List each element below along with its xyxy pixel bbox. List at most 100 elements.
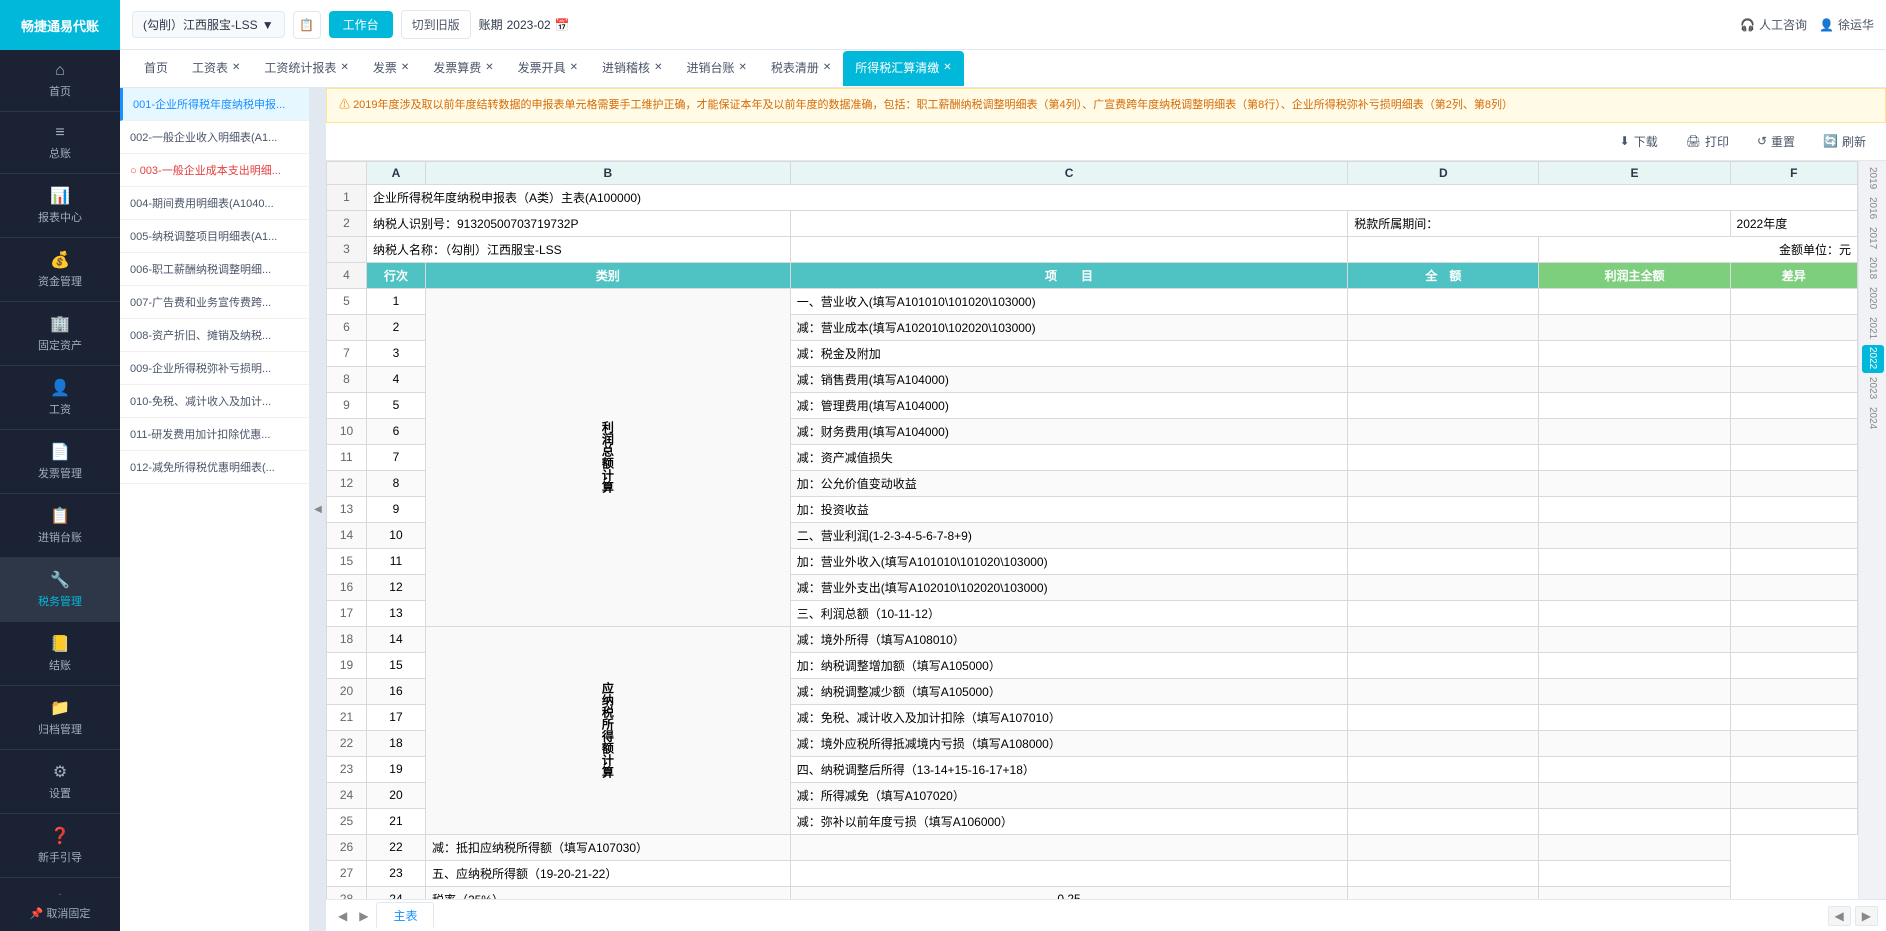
tab-发票[interactable]: 发票✕	[361, 51, 421, 86]
timeline-year-2019[interactable]: 2019	[1862, 165, 1884, 193]
period-selector[interactable]: 账期 2023-02 📅	[479, 16, 570, 33]
form-list-item-003[interactable]: ○ 003-一般企业成本支出明细...	[120, 154, 309, 187]
amount-cell[interactable]	[1348, 470, 1539, 496]
timeline-year-2018[interactable]: 2018	[1862, 255, 1884, 283]
sidebar-item-设置[interactable]: ⚙设置	[0, 750, 120, 814]
tab-进销稽核[interactable]: 进销稽核✕	[590, 51, 674, 86]
profit-cell[interactable]	[1539, 730, 1730, 756]
sidebar-item-工资[interactable]: 👤工资	[0, 366, 120, 430]
tab-工资统计报表[interactable]: 工资统计报表✕	[252, 51, 360, 86]
ai-consult-button[interactable]: 🎧 人工咨询	[1740, 16, 1807, 33]
form-list-item-008[interactable]: 008-资产折旧、摊销及纳税...	[120, 319, 309, 352]
sidebar-item-发票管理[interactable]: 📄发票管理	[0, 430, 120, 494]
profit-cell[interactable]	[1539, 314, 1730, 340]
profit-cell[interactable]	[1539, 626, 1730, 652]
amount-cell[interactable]	[1348, 444, 1539, 470]
form-list-item-006[interactable]: 006-职工薪酬纳税调整明细...	[120, 253, 309, 286]
refresh-button[interactable]: 🔄 刷新	[1815, 129, 1874, 154]
sidebar-item-归档管理[interactable]: 📁归档管理	[0, 686, 120, 750]
workbench-button[interactable]: 工作台	[329, 11, 393, 38]
amount-cell[interactable]	[1348, 574, 1539, 600]
tab-税表清册[interactable]: 税表清册✕	[759, 51, 843, 86]
amount-cell[interactable]	[1348, 626, 1539, 652]
profit-cell[interactable]	[1539, 756, 1730, 782]
tab-close-icon[interactable]: ✕	[738, 62, 746, 73]
timeline-year-2016[interactable]: 2016	[1862, 195, 1884, 223]
tab-close-icon[interactable]: ✕	[943, 62, 951, 73]
amount-cell[interactable]	[1348, 600, 1539, 626]
profit-cell[interactable]	[1539, 808, 1730, 834]
amount-cell[interactable]: 0.25	[790, 886, 1347, 899]
table-row[interactable]: 26 22 减：抵扣应纳税所得额（填写A107030）	[327, 834, 1858, 860]
form-list-item-009[interactable]: 009-企业所得税弥补亏损明...	[120, 352, 309, 385]
collapse-button[interactable]: ◀	[310, 88, 326, 931]
profit-cell[interactable]	[1348, 834, 1539, 860]
print-button[interactable]: 🖨 打印	[1678, 129, 1737, 154]
table-row[interactable]: 27 23 五、应纳税所得额（19-20-21-22）	[327, 860, 1858, 886]
sidebar-item-资金管理[interactable]: 💰资金管理	[0, 238, 120, 302]
profit-cell[interactable]	[1539, 652, 1730, 678]
scroll-left-arrow[interactable]: ◀	[1828, 906, 1851, 926]
tab-close-icon[interactable]: ✕	[654, 62, 662, 73]
profit-cell[interactable]	[1539, 782, 1730, 808]
profit-cell[interactable]	[1539, 418, 1730, 444]
prev-sheet-arrow[interactable]: ◀	[334, 907, 351, 925]
profit-cell[interactable]	[1539, 366, 1730, 392]
tab-close-icon[interactable]: ✕	[232, 62, 240, 73]
profit-cell[interactable]	[1539, 678, 1730, 704]
amount-cell[interactable]	[1348, 678, 1539, 704]
tab-close-icon[interactable]: ✕	[570, 62, 578, 73]
profit-cell[interactable]	[1539, 522, 1730, 548]
form-list-item-012[interactable]: 012-减免所得税优惠明细表(...	[120, 451, 309, 484]
tab-首页[interactable]: 首页	[132, 51, 180, 86]
user-profile[interactable]: 👤 徐运华	[1819, 16, 1874, 33]
profit-cell[interactable]	[1539, 704, 1730, 730]
amount-cell[interactable]	[1348, 288, 1539, 314]
scroll-right-arrow[interactable]: ▶	[1855, 906, 1878, 926]
sidebar-item-结账[interactable]: 📒结账	[0, 622, 120, 686]
form-list-item-001[interactable]: 001-企业所得税年度纳税申报...	[120, 88, 309, 121]
form-list-item-002[interactable]: 002-一般企业收入明细表(A1...	[120, 121, 309, 154]
table-row[interactable]: 5 1 利润总额计算 一、营业收入(填写A101010\101020\10300…	[327, 288, 1858, 314]
profit-cell[interactable]	[1539, 444, 1730, 470]
tab-close-icon[interactable]: ✕	[401, 62, 409, 73]
table-row[interactable]: 18 14 应纳税所得额计算 减：境外所得（填写A108010）	[327, 626, 1858, 652]
amount-cell[interactable]	[790, 860, 1347, 886]
tab-进销台账[interactable]: 进销台账✕	[674, 51, 758, 86]
amount-cell[interactable]	[790, 834, 1347, 860]
profit-cell[interactable]	[1539, 470, 1730, 496]
form-list-item-007[interactable]: 007-广告费和业务宣传费跨...	[120, 286, 309, 319]
timeline-year-2023[interactable]: 2023	[1862, 375, 1884, 403]
switch-version-button[interactable]: 切到旧版	[401, 10, 471, 39]
sidebar-item-首页[interactable]: ⌂首页	[0, 50, 120, 112]
profit-cell[interactable]	[1539, 288, 1730, 314]
form-list-item-005[interactable]: 005-纳税调整项目明细表(A1...	[120, 220, 309, 253]
tab-所得税汇算清缴[interactable]: 所得税汇算清缴✕	[843, 51, 963, 86]
tab-close-icon[interactable]: ✕	[485, 62, 493, 73]
amount-cell[interactable]	[1348, 418, 1539, 444]
sidebar-item-畅会员[interactable]: ★畅会员	[0, 878, 120, 895]
amount-cell[interactable]	[1348, 704, 1539, 730]
sidebar-item-总账[interactable]: ≡总账	[0, 112, 120, 174]
profit-cell[interactable]	[1348, 860, 1539, 886]
reset-button[interactable]: ↺ 重置	[1749, 129, 1803, 154]
download-button[interactable]: ⬇ 下载	[1612, 129, 1666, 154]
next-sheet-arrow[interactable]: ▶	[355, 907, 372, 925]
sheet-tab-main[interactable]: 主表	[376, 902, 434, 929]
profit-cell[interactable]	[1539, 548, 1730, 574]
document-icon-btn[interactable]: 📋	[293, 11, 321, 39]
timeline-year-2020[interactable]: 2020	[1862, 285, 1884, 313]
sidebar-item-税务管理[interactable]: 🔧税务管理	[0, 558, 120, 622]
profit-cell[interactable]	[1348, 886, 1539, 899]
amount-cell[interactable]	[1348, 808, 1539, 834]
tab-close-icon[interactable]: ✕	[340, 62, 348, 73]
amount-cell[interactable]	[1348, 756, 1539, 782]
tab-工资表[interactable]: 工资表✕	[180, 51, 252, 86]
tab-close-icon[interactable]: ✕	[823, 62, 831, 73]
tab-发票开具[interactable]: 发票开具✕	[506, 51, 590, 86]
timeline-year-2021[interactable]: 2021	[1862, 315, 1884, 343]
form-list-item-010[interactable]: 010-免税、减计收入及加计...	[120, 385, 309, 418]
company-selector[interactable]: (勾削）江西服宝-LSS ▼	[132, 11, 285, 38]
amount-cell[interactable]	[1348, 782, 1539, 808]
amount-cell[interactable]	[1348, 366, 1539, 392]
